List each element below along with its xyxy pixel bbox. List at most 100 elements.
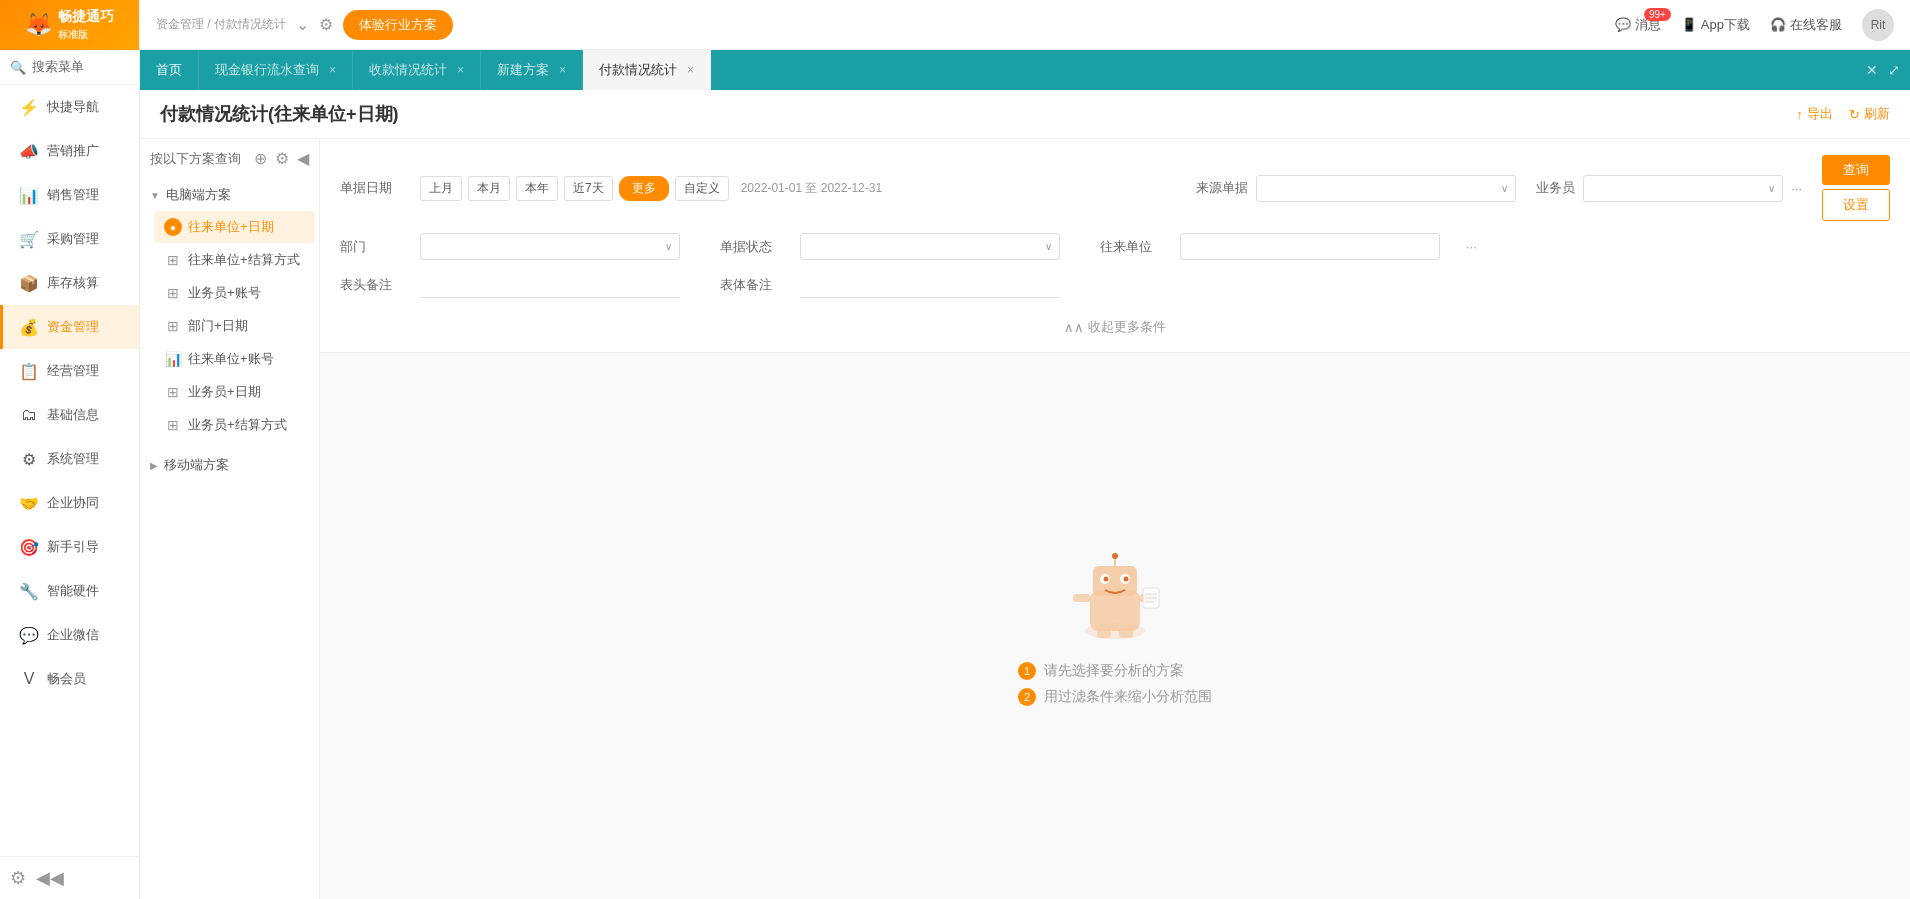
header-gear-icon[interactable]: ⚙: [319, 15, 333, 34]
staff-label: 业务员: [1536, 179, 1575, 197]
this-month-button[interactable]: 本月: [468, 176, 510, 201]
sidebar-item-enterprise[interactable]: 🤝 企业协同: [0, 481, 139, 525]
collapse-sidebar-button[interactable]: ◀◀: [36, 867, 64, 889]
sidebar-item-purchase[interactable]: 🛒 采购管理: [0, 217, 139, 261]
tab-new-plan[interactable]: 新建方案 ×: [481, 50, 583, 90]
plan-staff-settle[interactable]: ⊞ 业务员+结算方式: [154, 409, 315, 441]
filter-row-1: 单据日期 上月 本月 本年 近7天 更多 自定义 2022-01-01 至 20…: [340, 155, 1890, 221]
mobile-arrow-icon: ▶: [150, 460, 158, 471]
sidebar-item-sales[interactable]: 📊 销售管理: [0, 173, 139, 217]
source-select-wrap: [1256, 175, 1516, 202]
tab-payment-close[interactable]: ×: [687, 63, 694, 77]
online-service-button[interactable]: 🎧 在线客服: [1770, 16, 1842, 34]
dept-select[interactable]: [420, 233, 680, 260]
tab-receipt-close[interactable]: ×: [457, 63, 464, 77]
expand-tab-button[interactable]: ⤢: [1888, 62, 1900, 78]
mobile-section-header[interactable]: ▶ 移动端方案: [140, 450, 319, 480]
service-icon: 🎧: [1770, 17, 1786, 32]
last-7-days-button[interactable]: 近7天: [564, 176, 613, 201]
header-note-input[interactable]: [420, 272, 680, 298]
breadcrumb: 资金管理 / 付款情况统计: [156, 16, 286, 33]
close-all-tabs-button[interactable]: ✕: [1866, 62, 1878, 78]
plan-staff-date[interactable]: ⊞ 业务员+日期: [154, 376, 315, 408]
more-date-button[interactable]: 更多: [619, 176, 669, 201]
counterpart-more-button[interactable]: ···: [1466, 239, 1477, 254]
export-icon: ↑: [1797, 107, 1804, 122]
staff-select[interactable]: [1583, 175, 1783, 202]
svg-rect-9: [1073, 594, 1091, 602]
plan-unit-account[interactable]: 📊 往来单位+账号: [154, 343, 315, 375]
sidebar-item-quick-nav[interactable]: ⚡ 快捷导航: [0, 85, 139, 129]
sidebar-item-label: 企业微信: [47, 626, 99, 644]
sidebar-item-label: 企业协同: [47, 494, 99, 512]
tab-bank-close[interactable]: ×: [329, 63, 336, 77]
settings-footer-button[interactable]: ⚙: [10, 867, 26, 889]
pc-section-header[interactable]: ▼ 电脑端方案: [140, 180, 319, 210]
plan-dept-date-label: 部门+日期: [188, 317, 248, 335]
body-note-label: 表体备注: [720, 276, 780, 294]
plan-unit-date[interactable]: ● 往来单位+日期: [154, 211, 315, 243]
tab-receipt[interactable]: 收款情况统计 ×: [353, 50, 481, 90]
sidebar-item-label: 快捷导航: [47, 98, 99, 116]
query-button[interactable]: 查询: [1822, 155, 1890, 185]
svg-point-6: [1124, 577, 1129, 582]
sidebar-item-inventory[interactable]: 📦 库存核算: [0, 261, 139, 305]
notifications-button[interactable]: 💬 消息 99+: [1615, 16, 1661, 34]
sidebar-item-label: 智能硬件: [47, 582, 99, 600]
sidebar-item-basic-info[interactable]: 🗂 基础信息: [0, 393, 139, 437]
sidebar-item-wechat[interactable]: 💬 企业微信: [0, 613, 139, 657]
sidebar-item-hardware[interactable]: 🔧 智能硬件: [0, 569, 139, 613]
last-month-button[interactable]: 上月: [420, 176, 462, 201]
counterpart-select[interactable]: [1180, 233, 1440, 260]
app-download-button[interactable]: 📱 App下载: [1681, 16, 1750, 34]
tab-bank[interactable]: 现金银行流水查询 ×: [199, 50, 353, 90]
notification-icon: 💬: [1615, 17, 1631, 32]
search-menu-button[interactable]: 🔍 搜索菜单: [10, 58, 129, 76]
tab-home[interactable]: 首页: [140, 50, 199, 90]
tab-new-plan-close[interactable]: ×: [559, 63, 566, 77]
sidebar-item-member[interactable]: V 畅会员: [0, 657, 139, 701]
plan-staff-date-icon: ⊞: [164, 383, 182, 401]
body-note-input[interactable]: [800, 272, 1060, 298]
sidebar-item-label: 资金管理: [47, 318, 99, 336]
sidebar-item-operations[interactable]: 📋 经营管理: [0, 349, 139, 393]
sidebar-nav: ⚡ 快捷导航 📣 营销推广 📊 销售管理 🛒 采购管理 📦 库存核算 💰 资金管…: [0, 85, 139, 856]
plan-unit-settle[interactable]: ⊞ 往来单位+结算方式: [154, 244, 315, 276]
plan-staff-account[interactable]: ⊞ 业务员+账号: [154, 277, 315, 309]
refresh-button[interactable]: ↻ 刷新: [1849, 105, 1890, 123]
sidebar-item-guide[interactable]: 🎯 新手引导: [0, 525, 139, 569]
plan-dept-date[interactable]: ⊞ 部门+日期: [154, 310, 315, 342]
staff-more-button[interactable]: ···: [1791, 181, 1802, 196]
empty-text: 1 请先选择要分析的方案 2 用过滤条件来缩小分析范围: [1018, 662, 1212, 706]
dept-select-wrap: [420, 233, 680, 260]
sidebar-item-system[interactable]: ⚙ 系统管理: [0, 437, 139, 481]
tab-payment[interactable]: 付款情况统计 ×: [583, 50, 711, 90]
this-year-button[interactable]: 本年: [516, 176, 558, 201]
phone-icon: 📱: [1681, 17, 1697, 32]
plan-unit-date-label: 往来单位+日期: [188, 218, 274, 236]
filter-row-2: 部门 单据状态 往来单位: [340, 233, 1890, 260]
collapse-more-button[interactable]: ∧∧ 收起更多条件: [1064, 318, 1166, 336]
collapse-label: 收起更多条件: [1088, 318, 1166, 336]
export-button[interactable]: ↑ 导出: [1797, 105, 1834, 123]
plan-settings-button[interactable]: ⚙: [275, 149, 289, 168]
source-select[interactable]: [1256, 175, 1516, 202]
tab-bar-actions: ✕ ⤢: [1856, 50, 1910, 90]
custom-date-button[interactable]: 自定义: [675, 176, 729, 201]
add-plan-button[interactable]: ⊕: [254, 149, 267, 168]
sidebar-item-marketing[interactable]: 📣 营销推广: [0, 129, 139, 173]
plan-staff-settle-icon: ⊞: [164, 416, 182, 434]
collapse-panel-button[interactable]: ◀: [297, 149, 309, 168]
try-industry-button[interactable]: 体验行业方案: [343, 10, 453, 40]
doc-status-select[interactable]: [800, 233, 1060, 260]
doc-status-label: 单据状态: [720, 238, 780, 256]
filter-settings-button[interactable]: 设置: [1822, 189, 1890, 221]
empty-robot-icon: [1055, 546, 1175, 646]
sidebar-search-section[interactable]: 🔍 搜索菜单: [0, 50, 139, 85]
header-settings-icon[interactable]: ⌄: [296, 15, 309, 34]
sidebar-item-finance[interactable]: 💰 资金管理: [0, 305, 139, 349]
dept-label: 部门: [340, 238, 400, 256]
search-menu-label: 搜索菜单: [32, 58, 84, 76]
user-avatar[interactable]: Rit: [1862, 9, 1894, 41]
sidebar-item-label: 基础信息: [47, 406, 99, 424]
